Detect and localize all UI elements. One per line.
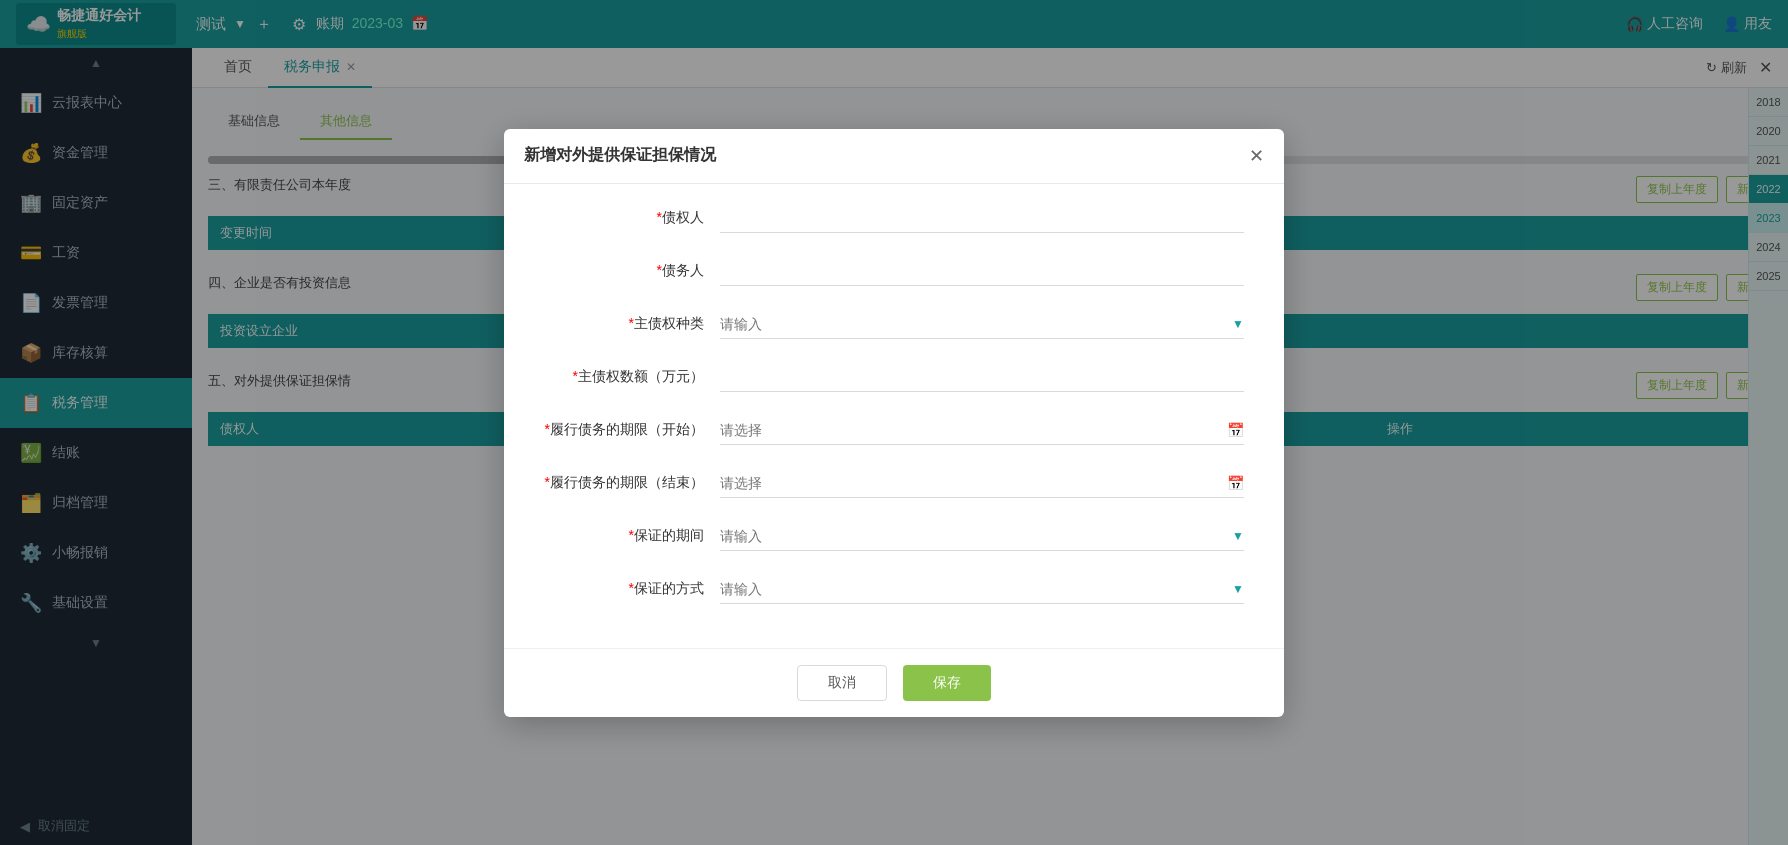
form-row-debtor: *债务人 (544, 257, 1244, 286)
guarantee-period-input[interactable] (720, 528, 1232, 544)
dialog-close-btn[interactable]: ✕ (1249, 145, 1264, 167)
form-row-guarantee-period: *保证的期间 ▼ (544, 522, 1244, 551)
save-button[interactable]: 保存 (903, 665, 991, 701)
form-row-period-start: *履行债务的期限（开始） 📅 (544, 416, 1244, 445)
guarantee-period-select[interactable]: ▼ (720, 522, 1244, 551)
dialog-title: 新增对外提供保证担保情况 (524, 145, 716, 166)
required-star: * (657, 262, 662, 278)
required-star: * (629, 527, 634, 543)
period-start-input[interactable] (720, 422, 1227, 438)
required-star: * (657, 209, 662, 225)
debt-type-select[interactable]: ▼ (720, 310, 1244, 339)
required-star: * (629, 315, 634, 331)
guarantee-method-label: *保证的方式 (544, 580, 704, 598)
debt-type-chevron: ▼ (1232, 317, 1244, 331)
form-row-debt-amount: *主债权数额（万元） (544, 363, 1244, 392)
dialog-footer: 取消 保存 (504, 648, 1284, 717)
form-row-creditor: *债权人 (544, 204, 1244, 233)
required-star: * (629, 580, 634, 596)
cancel-button[interactable]: 取消 (797, 665, 887, 701)
debt-amount-input[interactable] (720, 363, 1244, 392)
form-row-period-end: *履行债务的期限（结束） 📅 (544, 469, 1244, 498)
debtor-input[interactable] (720, 257, 1244, 286)
debt-type-label: *主债权种类 (544, 315, 704, 333)
guarantee-period-label: *保证的期间 (544, 527, 704, 545)
required-star: * (545, 421, 550, 437)
form-row-debt-type: *主债权种类 ▼ (544, 310, 1244, 339)
period-end-date[interactable]: 📅 (720, 469, 1244, 498)
guarantee-period-chevron: ▼ (1232, 529, 1244, 543)
dialog-body: *债权人 *债务人 *主债权种类 ▼ (504, 184, 1284, 648)
creditor-label: *债权人 (544, 209, 704, 227)
guarantee-method-chevron: ▼ (1232, 582, 1244, 596)
required-star: * (573, 368, 578, 384)
period-end-input[interactable] (720, 475, 1227, 491)
dialog-header: 新增对外提供保证担保情况 ✕ (504, 129, 1284, 184)
creditor-input[interactable] (720, 204, 1244, 233)
calendar-end-icon[interactable]: 📅 (1227, 475, 1244, 491)
debt-type-input[interactable] (720, 316, 1232, 332)
period-start-date[interactable]: 📅 (720, 416, 1244, 445)
debt-amount-label: *主债权数额（万元） (544, 368, 704, 386)
guarantee-method-input[interactable] (720, 581, 1232, 597)
dialog: 新增对外提供保证担保情况 ✕ *债权人 *债务人 * (504, 129, 1284, 717)
guarantee-method-select[interactable]: ▼ (720, 575, 1244, 604)
required-star: * (545, 474, 550, 490)
calendar-start-icon[interactable]: 📅 (1227, 422, 1244, 438)
debtor-label: *债务人 (544, 262, 704, 280)
period-end-label: *履行债务的期限（结束） (544, 474, 704, 492)
period-start-label: *履行债务的期限（开始） (544, 421, 704, 439)
form-row-guarantee-method: *保证的方式 ▼ (544, 575, 1244, 604)
dialog-overlay[interactable]: 新增对外提供保证担保情况 ✕ *债权人 *债务人 * (0, 0, 1788, 845)
